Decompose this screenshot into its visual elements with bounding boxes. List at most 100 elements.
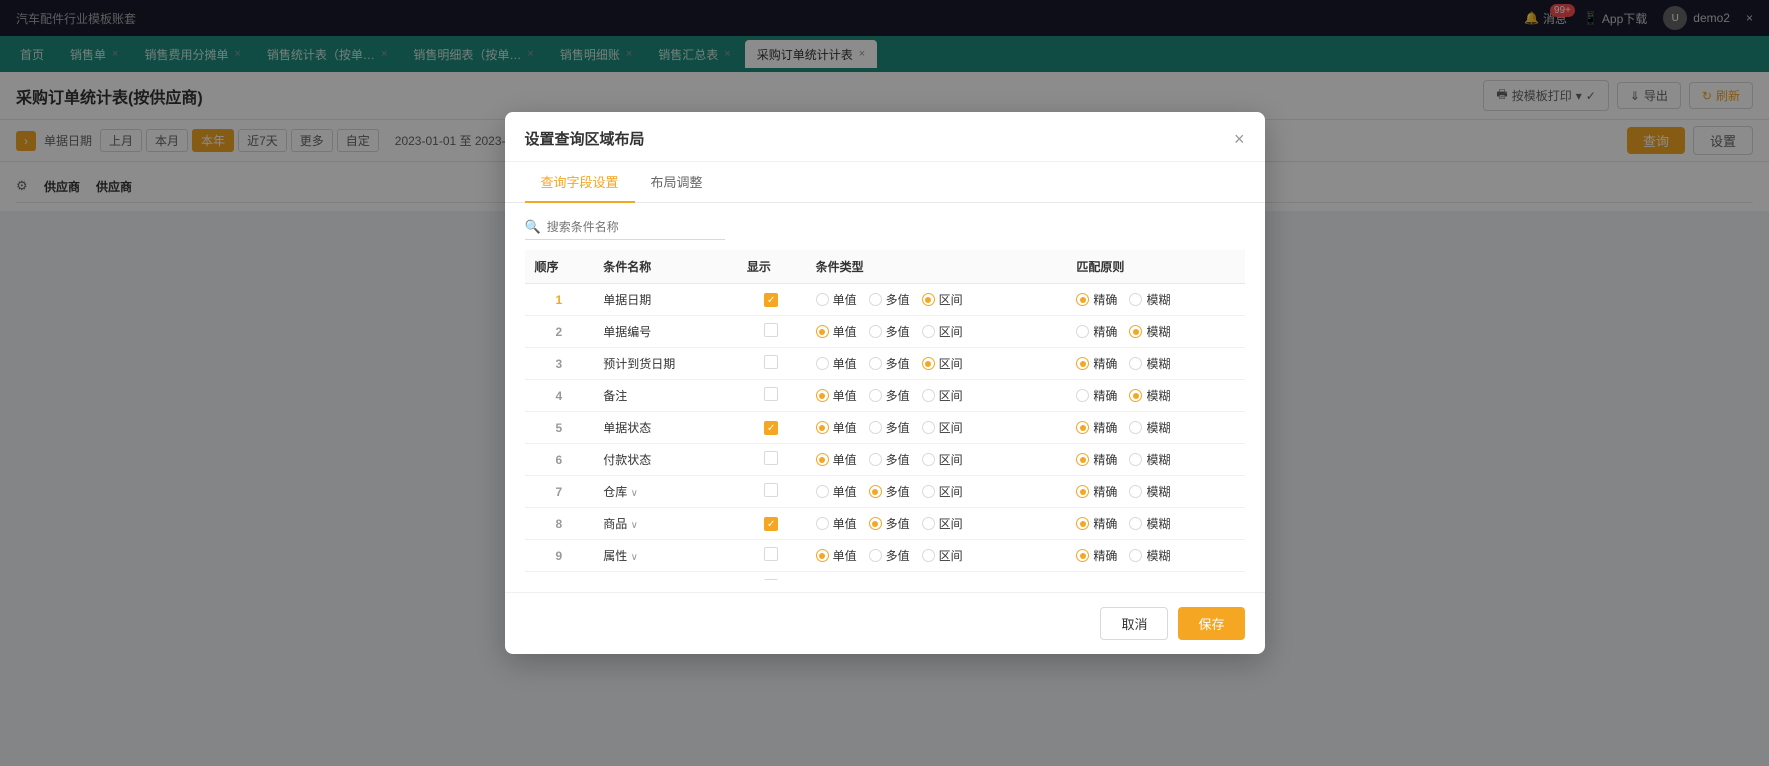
type-radio-option[interactable]: 区间 <box>922 483 963 500</box>
type-radio-option[interactable]: 多值 <box>869 451 910 468</box>
display-checkbox[interactable]: ✓ <box>764 517 778 531</box>
type-radio-option[interactable]: 区间 <box>922 291 963 308</box>
radio-btn[interactable] <box>869 453 882 466</box>
radio-btn[interactable] <box>1076 517 1089 530</box>
radio-btn[interactable] <box>1076 325 1089 338</box>
type-radio-option[interactable]: 区间 <box>922 323 963 340</box>
match-radio-option[interactable]: 模糊 <box>1129 579 1170 580</box>
radio-btn[interactable] <box>816 357 829 370</box>
type-radio-option[interactable]: 单值 <box>816 387 857 404</box>
radio-btn[interactable] <box>816 453 829 466</box>
match-radio-option[interactable]: 精确 <box>1076 387 1117 404</box>
radio-btn[interactable] <box>1129 549 1142 562</box>
dialog-close-button[interactable]: × <box>1234 130 1245 148</box>
radio-btn[interactable] <box>922 325 935 338</box>
display-checkbox[interactable] <box>764 579 778 580</box>
radio-btn[interactable] <box>1129 389 1142 402</box>
match-radio-option[interactable]: 模糊 <box>1129 515 1170 532</box>
radio-btn[interactable] <box>1076 453 1089 466</box>
radio-btn[interactable] <box>1076 421 1089 434</box>
radio-btn[interactable] <box>1129 357 1142 370</box>
radio-btn[interactable] <box>922 293 935 306</box>
cancel-button[interactable]: 取消 <box>1100 607 1168 640</box>
search-input[interactable] <box>547 220 725 234</box>
match-radio-option[interactable]: 模糊 <box>1129 291 1170 308</box>
radio-btn[interactable] <box>1129 453 1142 466</box>
type-radio-option[interactable]: 区间 <box>922 547 963 564</box>
radio-btn[interactable] <box>1129 485 1142 498</box>
radio-btn[interactable] <box>922 453 935 466</box>
radio-btn[interactable] <box>922 517 935 530</box>
type-radio-option[interactable]: 区间 <box>922 515 963 532</box>
match-radio-option[interactable]: 模糊 <box>1129 323 1170 340</box>
type-radio-option[interactable]: 多值 <box>869 483 910 500</box>
type-radio-option[interactable]: 多值 <box>869 547 910 564</box>
radio-btn[interactable] <box>1076 357 1089 370</box>
type-radio-option[interactable]: 单值 <box>816 419 857 436</box>
type-radio-option[interactable]: 区间 <box>922 579 963 580</box>
type-radio-option[interactable]: 多值 <box>869 291 910 308</box>
match-radio-option[interactable]: 精确 <box>1076 291 1117 308</box>
display-checkbox[interactable]: ✓ <box>764 421 778 435</box>
radio-btn[interactable] <box>1076 389 1089 402</box>
radio-btn[interactable] <box>869 357 882 370</box>
dialog-tab-fields[interactable]: 查询字段设置 <box>525 162 635 203</box>
radio-btn[interactable] <box>869 485 882 498</box>
radio-btn[interactable] <box>816 389 829 402</box>
radio-btn[interactable] <box>922 485 935 498</box>
radio-btn[interactable] <box>816 517 829 530</box>
radio-btn[interactable] <box>816 293 829 306</box>
radio-btn[interactable] <box>869 325 882 338</box>
display-checkbox[interactable] <box>764 323 778 337</box>
match-radio-option[interactable]: 模糊 <box>1129 419 1170 436</box>
match-radio-option[interactable]: 精确 <box>1076 483 1117 500</box>
radio-btn[interactable] <box>922 549 935 562</box>
type-radio-option[interactable]: 单值 <box>816 323 857 340</box>
match-radio-option[interactable]: 模糊 <box>1129 483 1170 500</box>
radio-btn[interactable] <box>869 389 882 402</box>
radio-btn[interactable] <box>816 421 829 434</box>
radio-btn[interactable] <box>922 389 935 402</box>
type-radio-option[interactable]: 多值 <box>869 355 910 372</box>
display-checkbox[interactable] <box>764 451 778 465</box>
type-radio-option[interactable]: 单值 <box>816 579 857 580</box>
radio-btn[interactable] <box>869 549 882 562</box>
radio-btn[interactable] <box>869 421 882 434</box>
type-radio-option[interactable]: 区间 <box>922 451 963 468</box>
match-radio-option[interactable]: 精确 <box>1076 547 1117 564</box>
type-radio-option[interactable]: 多值 <box>869 419 910 436</box>
type-radio-option[interactable]: 多值 <box>869 515 910 532</box>
radio-btn[interactable] <box>869 517 882 530</box>
type-radio-option[interactable]: 单值 <box>816 483 857 500</box>
dialog-tab-layout[interactable]: 布局调整 <box>635 162 719 203</box>
match-radio-option[interactable]: 精确 <box>1076 355 1117 372</box>
display-checkbox[interactable] <box>764 547 778 561</box>
display-checkbox[interactable]: ✓ <box>764 293 778 307</box>
radio-btn[interactable] <box>1076 485 1089 498</box>
type-radio-option[interactable]: 多值 <box>869 579 910 580</box>
type-radio-option[interactable]: 区间 <box>922 355 963 372</box>
radio-btn[interactable] <box>816 549 829 562</box>
type-radio-option[interactable]: 单值 <box>816 355 857 372</box>
match-radio-option[interactable]: 模糊 <box>1129 451 1170 468</box>
match-radio-option[interactable]: 精确 <box>1076 323 1117 340</box>
radio-btn[interactable] <box>1076 293 1089 306</box>
match-radio-option[interactable]: 精确 <box>1076 451 1117 468</box>
radio-btn[interactable] <box>922 421 935 434</box>
match-radio-option[interactable]: 精确 <box>1076 515 1117 532</box>
radio-btn[interactable] <box>1129 421 1142 434</box>
type-radio-option[interactable]: 多值 <box>869 323 910 340</box>
radio-btn[interactable] <box>816 325 829 338</box>
radio-btn[interactable] <box>922 357 935 370</box>
radio-btn[interactable] <box>1129 325 1142 338</box>
radio-btn[interactable] <box>869 293 882 306</box>
match-radio-option[interactable]: 模糊 <box>1129 387 1170 404</box>
radio-btn[interactable] <box>816 485 829 498</box>
match-radio-option[interactable]: 模糊 <box>1129 355 1170 372</box>
match-radio-option[interactable]: 模糊 <box>1129 547 1170 564</box>
type-radio-option[interactable]: 多值 <box>869 387 910 404</box>
type-radio-option[interactable]: 单值 <box>816 291 857 308</box>
radio-btn[interactable] <box>1076 549 1089 562</box>
display-checkbox[interactable] <box>764 355 778 369</box>
radio-btn[interactable] <box>1129 293 1142 306</box>
